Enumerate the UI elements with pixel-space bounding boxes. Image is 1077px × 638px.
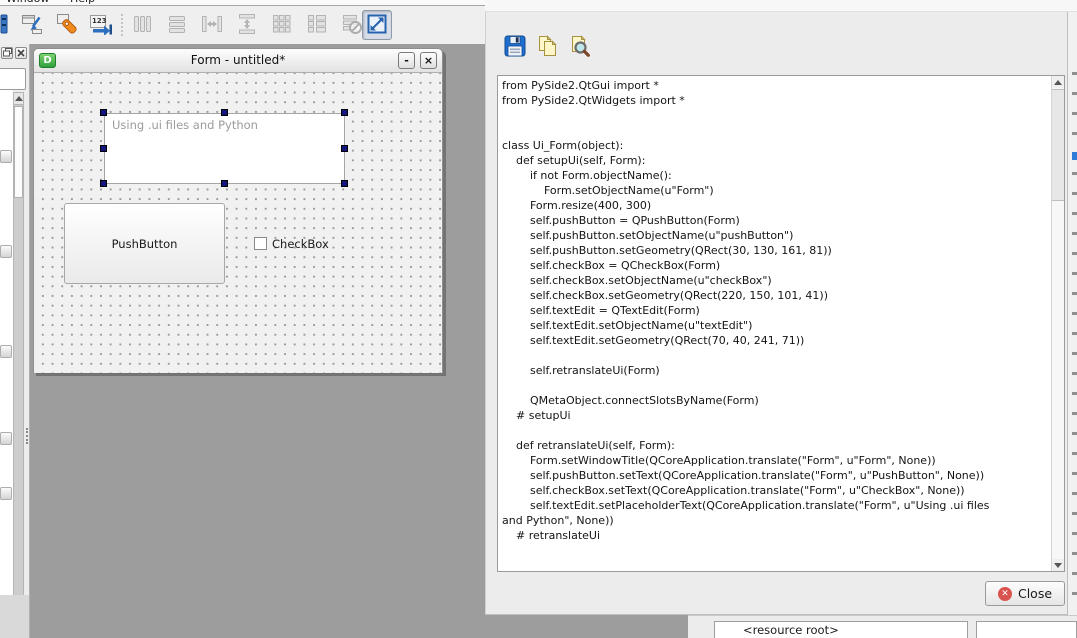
- layout-horizontal-splitter-button[interactable]: [197, 10, 227, 40]
- layout-grid-button[interactable]: [267, 10, 297, 40]
- form-window-titlebar[interactable]: D Form - untitled* - ×: [34, 49, 442, 73]
- resource-detail-pane[interactable]: [976, 621, 1077, 638]
- widget-category-header[interactable]: [0, 345, 12, 358]
- right-panel-sliver: [1067, 12, 1077, 638]
- panel-splitter-handle[interactable]: [26, 428, 28, 444]
- selection-handle-bottom-right[interactable]: [341, 180, 348, 187]
- copy-code-button[interactable]: [534, 34, 560, 60]
- selection-handle-middle-right[interactable]: [341, 145, 348, 152]
- selection-handle-middle-left[interactable]: [100, 145, 107, 152]
- textedit-widget[interactable]: Using .ui files and Python: [104, 113, 345, 184]
- selection-handle-top-left[interactable]: [100, 109, 107, 116]
- find-preview-icon: [567, 34, 591, 61]
- restore-icon: [3, 46, 12, 60]
- widget-category-header[interactable]: [0, 432, 12, 445]
- checkbox-widget[interactable]: CheckBox: [254, 223, 355, 264]
- edit-tab-order-icon: 123: [90, 13, 112, 38]
- adjust-size-button[interactable]: [362, 10, 392, 40]
- resource-browser-panel: <resource root>: [688, 615, 1077, 638]
- edit-tab-order-button[interactable]: 123: [86, 10, 116, 40]
- selection-handle-bottom-middle[interactable]: [221, 180, 228, 187]
- layout-horizontal-button[interactable]: [127, 10, 157, 40]
- selection-handle-top-right[interactable]: [341, 109, 348, 116]
- edit-widgets-icon: [0, 13, 9, 38]
- scrollbar-thumb[interactable]: [1052, 89, 1064, 201]
- resource-root-label: <resource root>: [743, 623, 839, 637]
- checkbox-indicator[interactable]: [254, 237, 267, 250]
- widget-box-panel: [0, 44, 30, 638]
- toolbar-separator: [121, 14, 123, 36]
- edit-signals-slots-button[interactable]: [17, 10, 47, 40]
- widget-category-header[interactable]: [0, 487, 12, 500]
- edit-widgets-button[interactable]: [0, 10, 13, 40]
- edit-signals-slots-icon: [21, 13, 43, 38]
- widget-category-header[interactable]: [0, 150, 12, 163]
- save-code-button[interactable]: [502, 34, 528, 60]
- widget-filter-input[interactable]: [0, 68, 26, 90]
- close-icon: [17, 46, 25, 60]
- save-icon: [503, 34, 527, 61]
- form-editor-window: D Form - untitled* - × Using .ui files a…: [33, 48, 443, 373]
- arrow-down-icon: [1054, 563, 1062, 568]
- checkbox-label: CheckBox: [272, 237, 329, 251]
- qt-designer-screen: Window Help: [0, 0, 1077, 638]
- menu-bar: Window Help: [0, 0, 485, 6]
- layout-horizontal-icon: [131, 13, 153, 38]
- selection-handle-bottom-left[interactable]: [100, 180, 107, 187]
- widget-box-list[interactable]: [0, 90, 13, 595]
- layout-form-button[interactable]: [302, 10, 332, 40]
- close-dialog-button[interactable]: ✕ Close: [985, 581, 1065, 606]
- arrow-up-icon: [15, 96, 23, 101]
- layout-grid-icon: [271, 13, 293, 38]
- layout-horizontal-splitter-icon: [201, 13, 223, 38]
- scrollbar-thumb[interactable]: [14, 106, 23, 198]
- scroll-up-button[interactable]: [1052, 76, 1064, 88]
- widget-category-header[interactable]: [0, 245, 12, 258]
- code-preview-dialog: from PySide2.QtGui import * from PySide2…: [485, 12, 1067, 615]
- generated-python-code: from PySide2.QtGui import * from PySide2…: [498, 76, 1051, 571]
- pushbutton-widget[interactable]: PushButton: [64, 203, 225, 284]
- svg-text:123: 123: [92, 17, 107, 25]
- pushbutton-label: PushButton: [112, 237, 178, 251]
- adjust-size-icon: [366, 13, 388, 38]
- close-icon: ✕: [998, 587, 1012, 601]
- code-scrollbar[interactable]: [1051, 76, 1064, 571]
- resource-root-item[interactable]: <resource root>: [714, 621, 968, 638]
- textedit-placeholder: Using .ui files and Python: [105, 114, 344, 136]
- edit-buddies-icon: [56, 13, 78, 38]
- panel-close-button[interactable]: [15, 47, 27, 59]
- menu-help[interactable]: Help: [70, 0, 95, 5]
- layout-form-icon: [306, 13, 328, 38]
- close-button-label: Close: [1018, 586, 1052, 601]
- widget-box-footer: [0, 595, 29, 638]
- arrow-up-icon: [1054, 80, 1062, 85]
- code-view: from PySide2.QtGui import * from PySide2…: [497, 75, 1065, 572]
- copy-icon: [535, 34, 559, 61]
- close-button[interactable]: ×: [420, 52, 437, 69]
- scroll-up-button[interactable]: [14, 93, 23, 105]
- panel-restore-button[interactable]: [1, 47, 13, 59]
- layout-vertical-icon: [166, 13, 188, 38]
- find-in-code-button[interactable]: [566, 34, 592, 60]
- dialog-titlebar-sliver: [485, 0, 1077, 12]
- minimize-button[interactable]: -: [398, 52, 415, 69]
- scroll-down-button[interactable]: [1052, 559, 1064, 571]
- break-layout-icon: [341, 13, 363, 38]
- layout-vertical-splitter-icon: [236, 13, 258, 38]
- edit-buddies-button[interactable]: [52, 10, 82, 40]
- form-canvas[interactable]: Using .ui files and Python PushButton Ch…: [34, 73, 442, 373]
- menu-window[interactable]: Window: [6, 0, 49, 5]
- form-window-title: Form - untitled*: [34, 53, 442, 67]
- layout-vertical-button[interactable]: [162, 10, 192, 40]
- main-toolbar: 123: [0, 7, 485, 45]
- widget-box-scrollbar[interactable]: [13, 92, 24, 634]
- selection-handle-top-middle[interactable]: [221, 109, 228, 116]
- layout-vertical-splitter-button[interactable]: [232, 10, 262, 40]
